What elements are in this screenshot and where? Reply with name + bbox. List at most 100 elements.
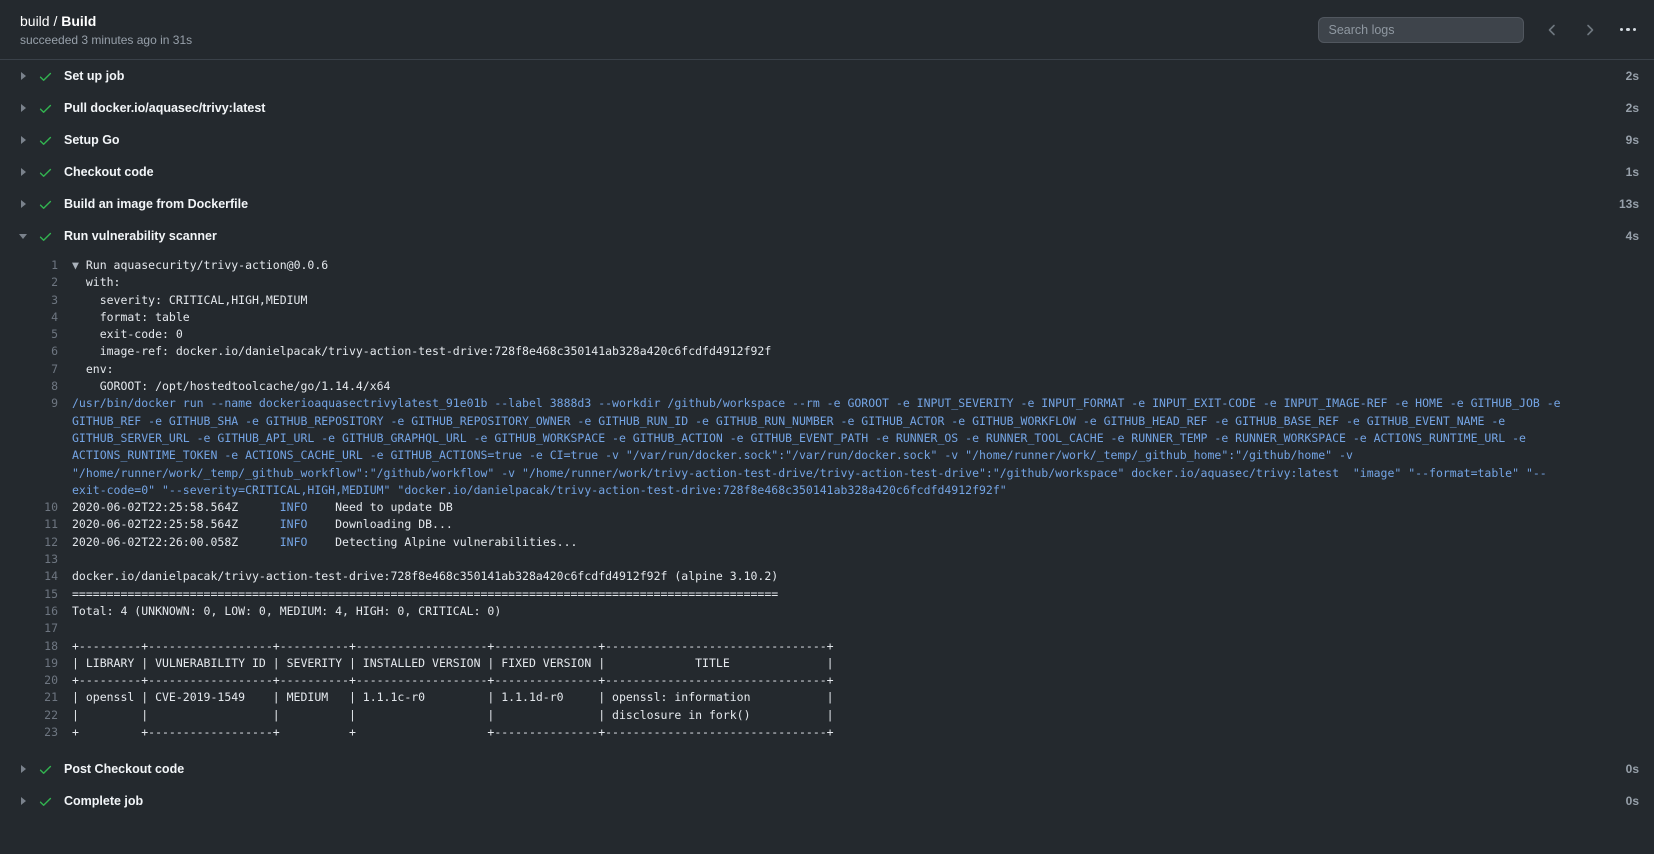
log-line-text: docker.io/danielpacak/trivy-action-test-… <box>72 568 778 585</box>
log-line-number[interactable] <box>0 413 58 430</box>
log-text-segment: +---------+------------------+----------… <box>72 638 834 653</box>
step-row-run-vulnerability-scanner[interactable]: Run vulnerability scanner 4s <box>0 220 1654 252</box>
log-line-number[interactable]: 4 <box>0 309 58 326</box>
chevron-right-icon[interactable] <box>15 797 31 805</box>
search-input[interactable] <box>1317 16 1524 43</box>
log-line-number[interactable] <box>0 430 58 447</box>
log-line-number[interactable]: 20 <box>0 672 58 689</box>
step-name: Complete job <box>64 794 144 809</box>
step-row-complete-job[interactable]: Complete job 0s <box>0 785 1654 817</box>
log-text-segment: severity: CRITICAL,HIGH,MEDIUM <box>72 292 308 307</box>
log-line: GITHUB_SERVER_URL -e GITHUB_API_URL -e G… <box>0 430 1654 447</box>
log-line: 23 + +------------------+ + +------------… <box>0 724 1654 741</box>
step-row-set-up-job[interactable]: Set up job 2s <box>0 60 1654 92</box>
log-line: ACTIONS_RUNTIME_TOKEN -e ACTIONS_CACHE_U… <box>0 447 1654 464</box>
log-line: 19 | LIBRARY | VULNERABILITY ID | SEVERIT… <box>0 655 1654 672</box>
log-line-number[interactable]: 19 <box>0 655 58 672</box>
log-line-number[interactable]: 11 <box>0 516 58 533</box>
log-line-text: +---------+------------------+----------… <box>72 672 834 689</box>
log-line-number[interactable]: 9 <box>0 395 58 412</box>
log-text-segment: exit-code=0" "--severity=CRITICAL,HIGH,M… <box>72 482 1007 497</box>
log-line-number[interactable]: 16 <box>0 603 58 620</box>
step-row-checkout-code[interactable]: Checkout code 1s <box>0 156 1654 188</box>
log-line-number[interactable]: 15 <box>0 586 58 603</box>
chevron-left-icon <box>1544 22 1560 38</box>
log-view: 1 ▼ Run aquasecurity/trivy-action@0.0.6 2 … <box>0 252 1654 753</box>
success-check-icon <box>38 762 54 777</box>
log-line-number[interactable]: 7 <box>0 361 58 378</box>
step-row-setup-go[interactable]: Setup Go 9s <box>0 124 1654 156</box>
log-text-segment: INFO <box>279 500 308 515</box>
chevron-right-icon[interactable] <box>15 200 31 208</box>
log-line: 16 Total: 4 (UNKNOWN: 0, LOW: 0, MEDIUM: … <box>0 603 1654 620</box>
log-line-number[interactable]: 21 <box>0 689 58 706</box>
log-line-number[interactable]: 3 <box>0 292 58 309</box>
chevron-right-icon[interactable] <box>15 136 31 144</box>
steps-list: Set up job 2s Pull docker.io/aquasec/trivy… <box>0 60 1654 817</box>
success-check-icon <box>38 101 54 116</box>
step-duration: 9s <box>1625 133 1639 147</box>
log-line: GITHUB_REF -e GITHUB_SHA -e GITHUB_REPOS… <box>0 413 1654 430</box>
log-line: 6 image-ref: docker.io/danielpacak/trivy… <box>0 343 1654 360</box>
log-line: 22 | | | | | | disclosure in fork() | <box>0 707 1654 724</box>
group-toggle-icon[interactable]: ▼ <box>72 258 86 272</box>
log-line-number[interactable]: 13 <box>0 551 58 568</box>
search-prev-button[interactable] <box>1542 20 1562 40</box>
step-name: Set up job <box>64 69 125 83</box>
step-name: Checkout code <box>64 165 154 179</box>
step-name: Setup Go <box>64 133 120 147</box>
log-line-number[interactable]: 18 <box>0 638 58 655</box>
log-line-text: Total: 4 (UNKNOWN: 0, LOW: 0, MEDIUM: 4,… <box>72 603 501 620</box>
log-line-number[interactable] <box>0 482 58 499</box>
step-duration: 13s <box>1618 197 1639 211</box>
log-line-text: ========================================… <box>72 586 778 603</box>
step-duration: 1s <box>1625 165 1639 179</box>
breadcrumb-job: build <box>20 12 50 29</box>
log-line: 1 ▼ Run aquasecurity/trivy-action@0.0.6 <box>0 257 1654 274</box>
chevron-right-icon[interactable] <box>15 765 31 773</box>
step-row-pull-docker-io-aquasec-trivy-latest[interactable]: Pull docker.io/aquasec/trivy:latest 2s <box>0 92 1654 124</box>
log-line-number[interactable]: 10 <box>0 499 58 516</box>
more-options-button[interactable] <box>1618 24 1639 36</box>
log-line-text: 2020-06-02T22:26:00.058Z INFO Detecting … <box>72 534 577 551</box>
log-line-number[interactable]: 5 <box>0 326 58 343</box>
log-line-number[interactable] <box>0 447 58 464</box>
log-line-number[interactable]: 17 <box>0 620 58 637</box>
log-line: 15 ======================================… <box>0 586 1654 603</box>
log-line-number[interactable]: 1 <box>0 257 58 274</box>
chevron-right-icon[interactable] <box>15 168 31 176</box>
log-line-number[interactable] <box>0 465 58 482</box>
log-text-segment: format: table <box>72 309 190 324</box>
log-text-segment: exit-code: 0 <box>72 327 183 342</box>
log-line: "/home/runner/work/_temp/_github_workflo… <box>0 465 1654 482</box>
step-duration: 2s <box>1625 69 1639 83</box>
log-line-text: | LIBRARY | VULNERABILITY ID | SEVERITY … <box>72 655 834 672</box>
success-check-icon <box>38 133 54 148</box>
log-line-text: + +------------------+ + +--------------… <box>72 724 834 741</box>
log-text-segment: Total: 4 (UNKNOWN: 0, LOW: 0, MEDIUM: 4,… <box>72 603 502 618</box>
log-line-number[interactable]: 12 <box>0 534 58 551</box>
log-line-number[interactable]: 6 <box>0 343 58 360</box>
log-line: 14 docker.io/danielpacak/trivy-action-tes… <box>0 568 1654 585</box>
step-duration: 0s <box>1625 794 1639 809</box>
log-line-number[interactable]: 8 <box>0 378 58 395</box>
log-line-text: env: <box>72 361 114 378</box>
search-next-button[interactable] <box>1580 20 1600 40</box>
status-line: succeeded 3 minutes ago in 31s <box>20 32 193 47</box>
step-row-post-checkout-code[interactable]: Post Checkout code 0s <box>0 753 1654 785</box>
log-text-segment: 2020-06-02T22:25:58.564Z <box>72 517 280 532</box>
log-line-number[interactable]: 23 <box>0 724 58 741</box>
log-text-segment: "/home/runner/work/_temp/_github_workflo… <box>72 465 1547 480</box>
log-line-number[interactable]: 22 <box>0 707 58 724</box>
chevron-right-icon[interactable] <box>15 72 31 80</box>
log-line-number[interactable]: 14 <box>0 568 58 585</box>
log-text-segment: 2020-06-02T22:26:00.058Z <box>72 534 280 549</box>
log-text-segment: docker.io/danielpacak/trivy-action-test-… <box>72 569 779 584</box>
step-row-build-an-image-from-dockerfile[interactable]: Build an image from Dockerfile 13s <box>0 188 1654 220</box>
chevron-down-icon[interactable] <box>15 234 31 239</box>
log-line-number[interactable]: 2 <box>0 274 58 291</box>
log-line-text: | openssl | CVE-2019-1549 | MEDIUM | 1.1… <box>72 689 834 706</box>
success-check-icon <box>38 229 54 244</box>
chevron-right-icon[interactable] <box>15 104 31 112</box>
success-check-icon <box>38 69 54 84</box>
